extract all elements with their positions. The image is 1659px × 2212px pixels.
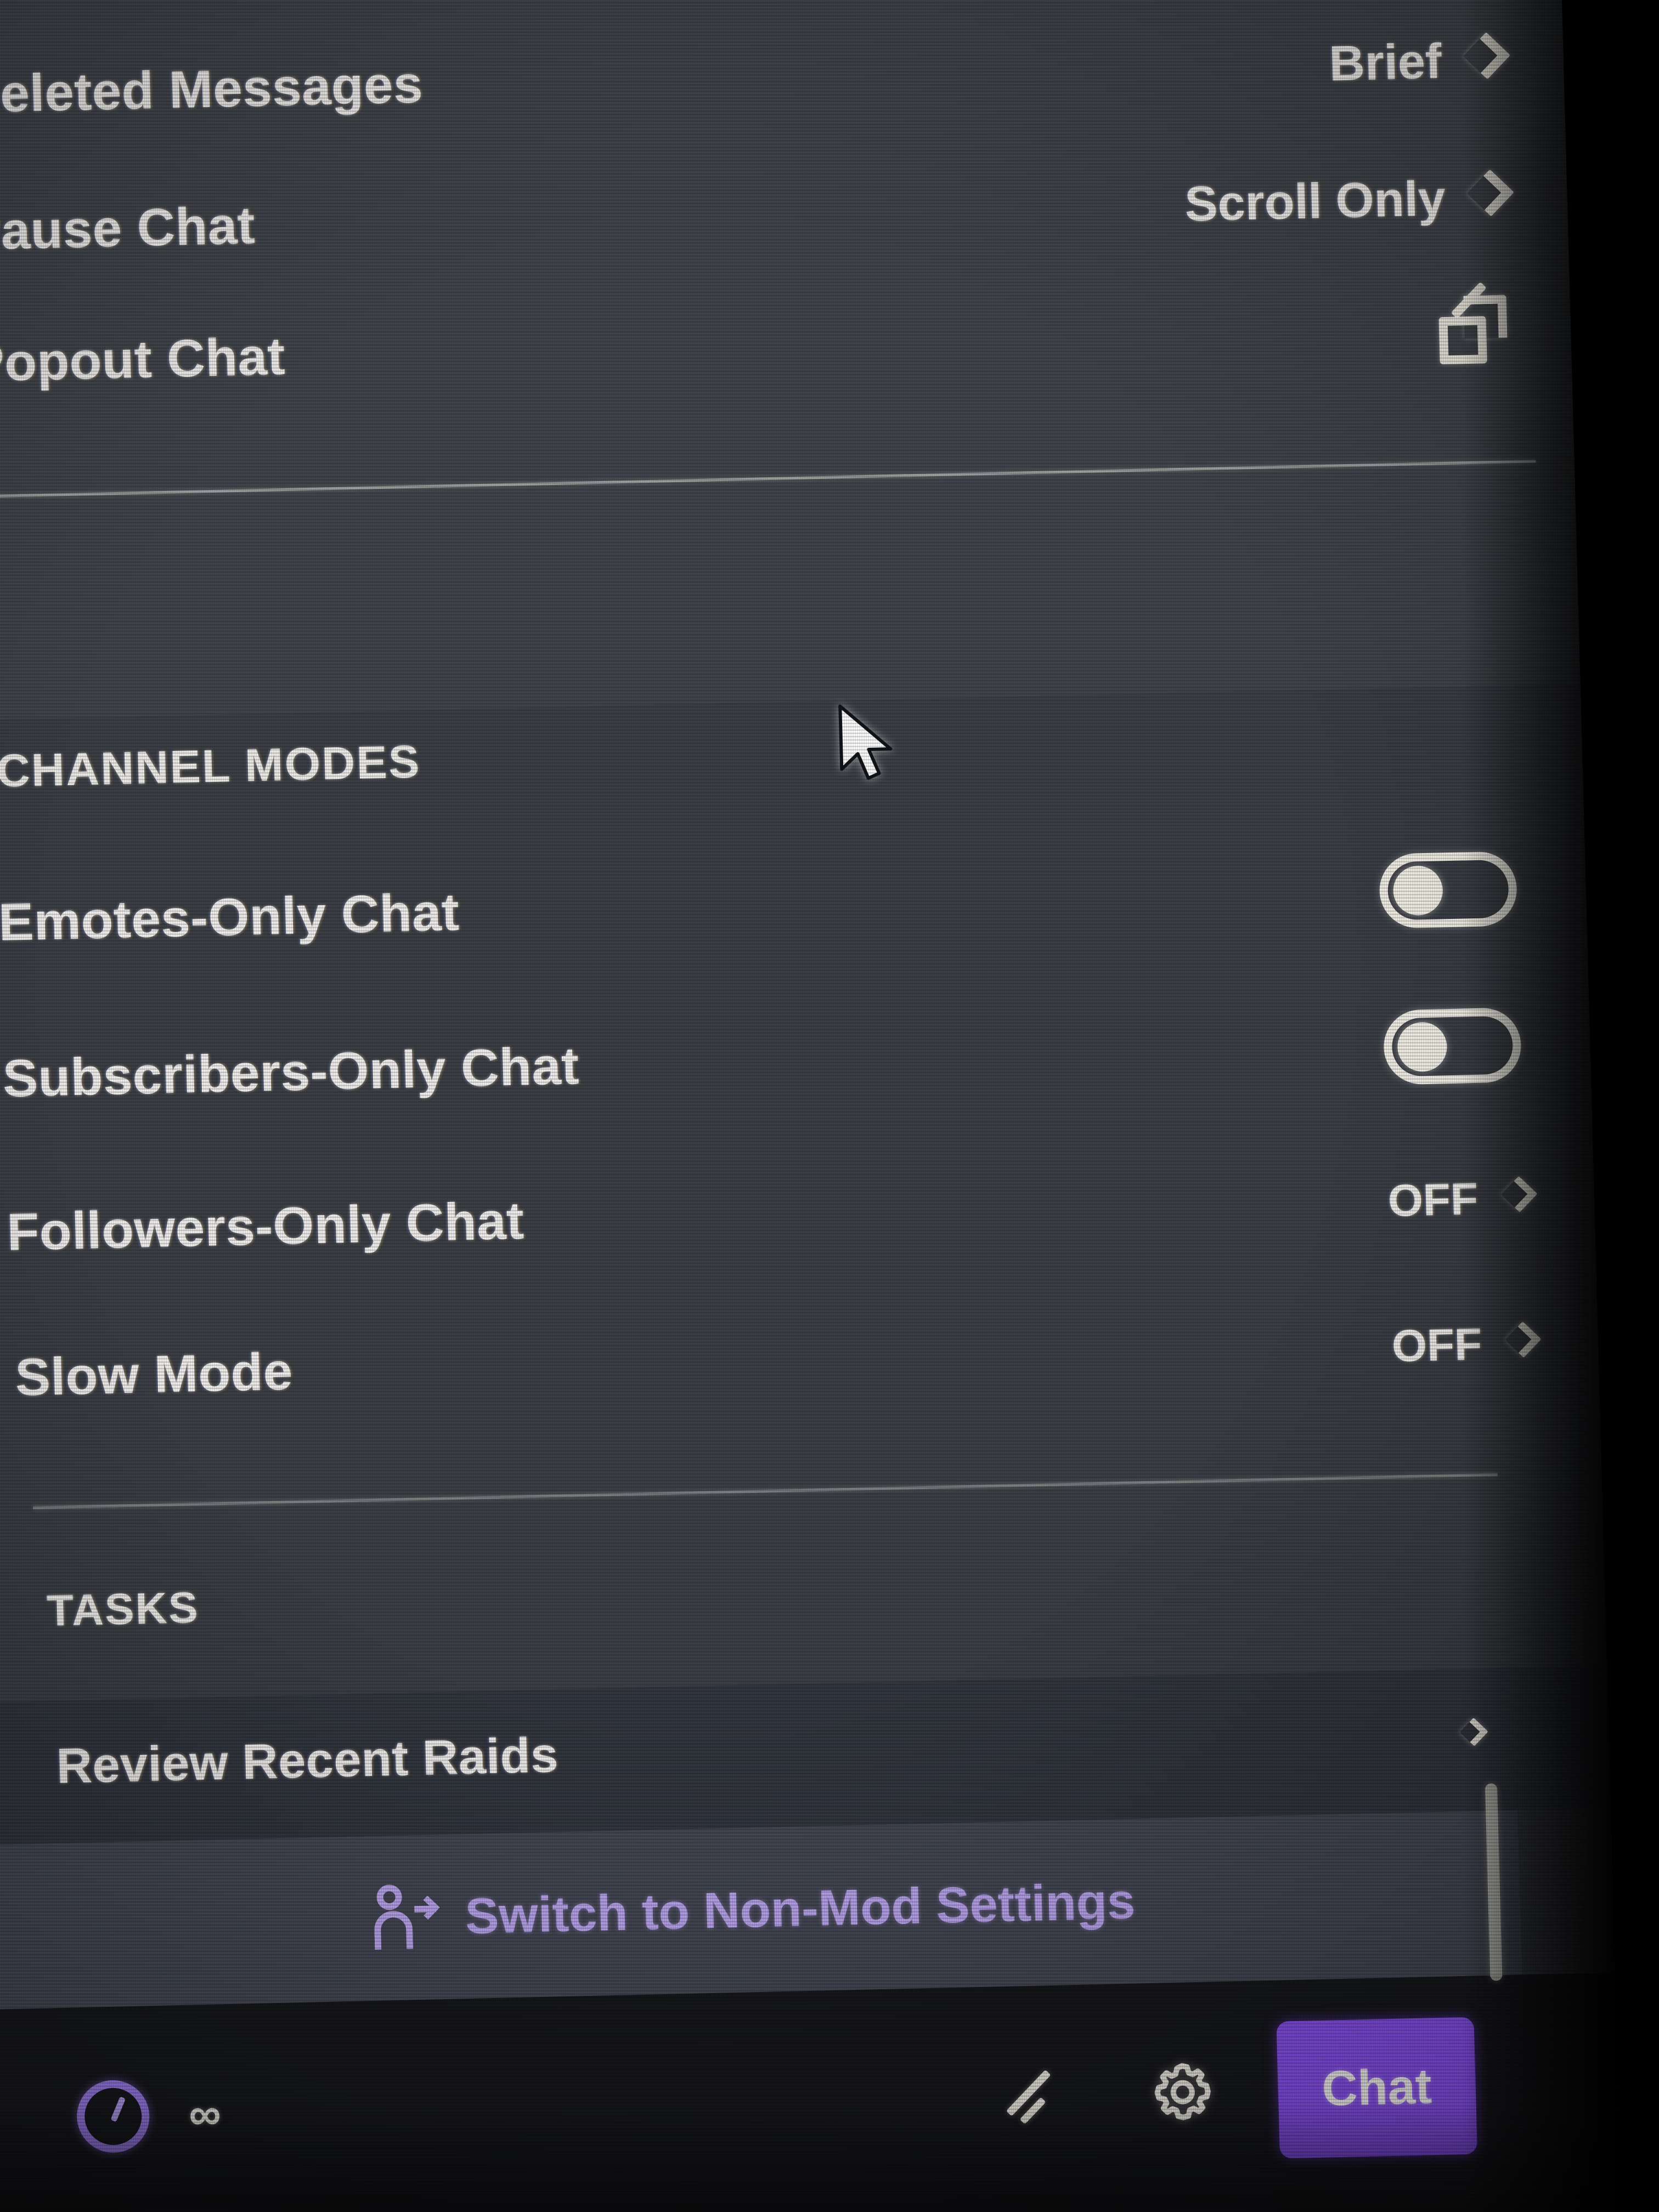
screen-surface: Chat Appearance Deleted Messages Brief P… (0, 0, 1622, 2212)
section-heading-channel-modes: CHANNEL MODES (0, 735, 421, 797)
row-spacer (292, 1347, 1392, 1372)
gear-icon[interactable] (1147, 2056, 1218, 2128)
chevron-right-icon[interactable] (1505, 1319, 1538, 1369)
setting-value-slow-mode: OFF (1391, 1319, 1483, 1372)
chevron-right-icon[interactable] (1465, 30, 1505, 91)
row-spacer (579, 1048, 1384, 1066)
setting-label-emotes-only-chat: Emotes-Only Chat (0, 883, 460, 952)
timer-hand (110, 2096, 126, 2122)
person-head (376, 1884, 403, 1910)
chevron-right-icon[interactable] (1459, 1715, 1485, 1754)
bottom-bar-spacer (221, 2096, 1016, 2114)
setting-label-popout-chat: Popout Chat (0, 326, 286, 393)
slow-mode-infinity-value: ∞ (188, 2089, 222, 2140)
chat-settings-panel: Chat Appearance Deleted Messages Brief P… (0, 0, 1622, 2212)
slow-mode-timer-icon[interactable] (76, 2079, 151, 2154)
person-body (374, 1910, 414, 1950)
toggle-knob (1397, 1022, 1448, 1073)
setting-label-chat-appearance: Chat Appearance (0, 0, 394, 2)
chevron-right-icon[interactable] (1502, 1173, 1534, 1223)
toggle-subscribers-only-chat[interactable] (1383, 1007, 1522, 1085)
mod-tools-sword-icon[interactable] (1006, 2059, 1088, 2132)
row-spacer (558, 1735, 1460, 1755)
chat-button-label: Chat (1321, 2058, 1433, 2117)
setting-label-subscribers-only-chat: Subscribers-Only Chat (2, 1036, 580, 1108)
setting-value-pause-chat: Scroll Only (1184, 171, 1446, 232)
row-spacer (423, 64, 1329, 84)
setting-value-deleted-messages: Brief (1328, 33, 1443, 92)
setting-label-followers-only-chat: Followers-Only Chat (6, 1191, 525, 1262)
setting-label-pause-chat: Pause Chat (0, 196, 256, 262)
person-switch-icon (373, 1881, 441, 1954)
row-spacer (255, 205, 1185, 225)
toggle-knob (1392, 865, 1443, 916)
person-arrow (414, 1905, 437, 1913)
setting-label-slow-mode: Slow Mode (14, 1342, 294, 1407)
section-heading-tasks: TASKS (46, 1583, 200, 1635)
chat-send-button[interactable]: Chat (1276, 2017, 1478, 2159)
setting-label-deleted-messages: Deleted Messages (0, 55, 424, 125)
row-spacer (524, 1201, 1388, 1221)
row-spacer (285, 330, 1439, 357)
photo-of-screen: Chat Appearance Deleted Messages Brief P… (0, 0, 1659, 2212)
setting-label-review-recent-raids: Review Recent Raids (55, 1727, 559, 1794)
chevron-right-icon[interactable] (1469, 167, 1509, 228)
mouse-pointer-icon (834, 702, 902, 792)
switch-to-non-mod-settings-label: Switch to Non-Mod Settings (464, 1873, 1136, 1944)
chat-bottom-bar: ∞ Chat (0, 1973, 1577, 2212)
popout-external-link-icon[interactable] (1438, 281, 1508, 365)
setting-value-followers-only-chat: OFF (1387, 1174, 1479, 1226)
toggle-emotes-only-chat[interactable] (1378, 851, 1518, 929)
row-spacer (459, 891, 1379, 912)
